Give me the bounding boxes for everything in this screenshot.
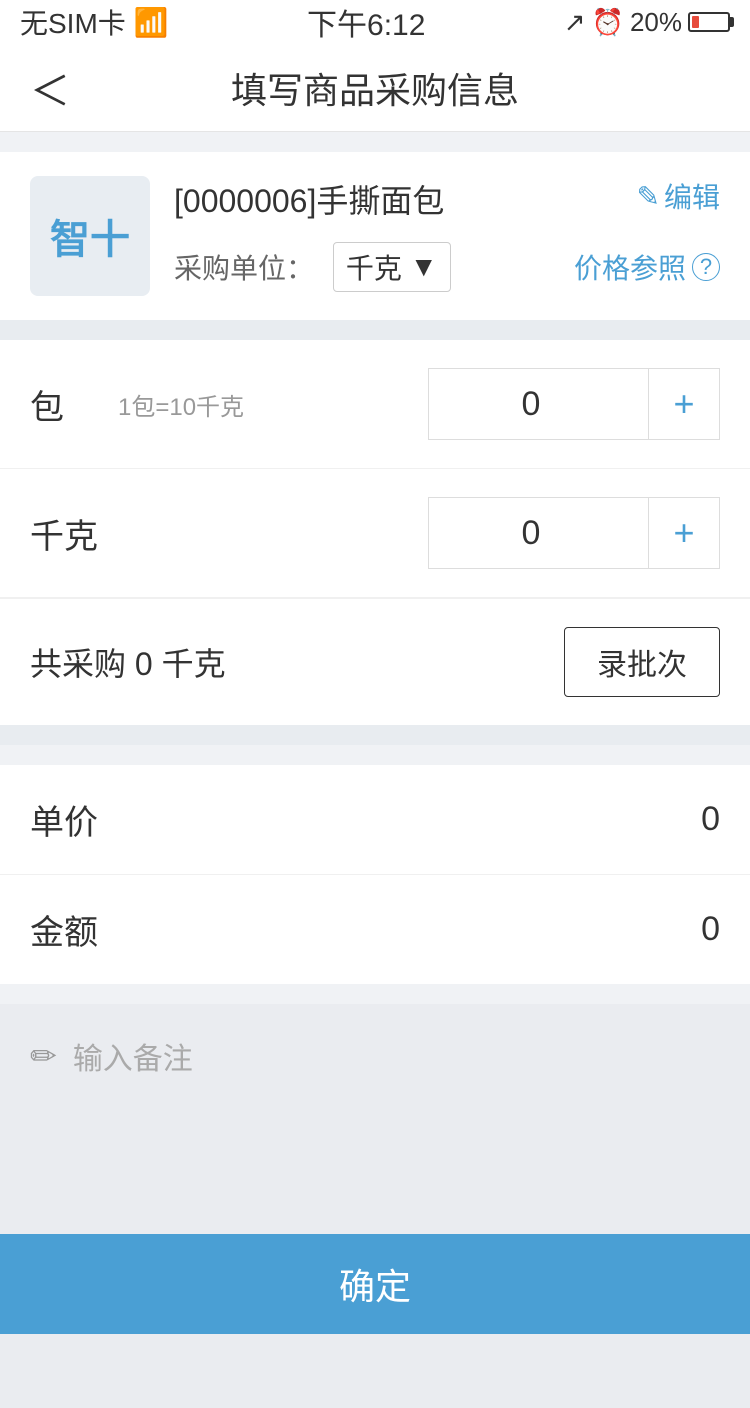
status-right: ↗ ⏰ 20% — [564, 7, 730, 38]
unit-bao-label: 包 — [30, 380, 110, 429]
page-title: 填写商品采购信息 — [231, 62, 519, 114]
quantity-plus-kg[interactable]: + — [648, 497, 720, 569]
amount-value: 0 — [701, 910, 720, 949]
price-ref-label: 价格参照 — [574, 247, 686, 287]
quantity-input-wrap-kg: + — [428, 497, 720, 569]
quantity-input-bao[interactable] — [428, 368, 648, 440]
battery-fill — [692, 16, 699, 28]
note-section[interactable]: ✏ 输入备注 — [0, 1004, 750, 1108]
unit-label: 采购单位： — [174, 253, 314, 284]
status-left: 无SIM卡 📶 — [20, 2, 169, 42]
back-button[interactable]: ＜ — [30, 59, 70, 117]
summary-text: 共采购 0 千克 — [30, 639, 226, 685]
product-name: [0000006]手撕面包 — [174, 176, 444, 222]
edit-button[interactable]: ✎ 编辑 — [637, 176, 720, 216]
note-placeholder: 输入备注 — [73, 1034, 193, 1078]
product-unit-row: 采购单位： 千克 ▼ 价格参照 ? — [174, 242, 720, 292]
quantity-input-wrap-bao: + — [428, 368, 720, 440]
section-divider-2 — [0, 725, 750, 745]
quantity-plus-bao[interactable]: + — [648, 368, 720, 440]
product-info: [0000006]手撕面包 ✎ 编辑 采购单位： 千克 ▼ 价格参照 ? — [174, 176, 720, 292]
status-time: 下午6:12 — [307, 0, 425, 44]
product-card: 智十 [0000006]手撕面包 ✎ 编辑 采购单位： 千克 ▼ 价格参照 ? — [0, 152, 750, 320]
summary-unit: 千克 — [162, 646, 226, 682]
summary-row: 共采购 0 千克 录批次 — [0, 598, 750, 725]
unit-bao-sublabel: 1包=10千克 — [118, 387, 244, 422]
unit-price-value: 0 — [701, 800, 720, 839]
product-header: [0000006]手撕面包 ✎ 编辑 — [174, 176, 720, 222]
price-section: 单价 0 金额 0 — [0, 765, 750, 984]
carrier-label: 无SIM卡 — [20, 2, 126, 42]
edit-label: 编辑 — [664, 176, 720, 216]
product-title: 手撕面包 — [316, 183, 444, 219]
product-image: 智十 — [30, 176, 150, 296]
nav-bar: ＜ 填写商品采购信息 — [0, 44, 750, 132]
quantity-row-bao: 包 1包=10千克 + — [0, 340, 750, 469]
unit-value: 千克 — [346, 247, 402, 287]
question-icon: ? — [692, 253, 720, 281]
price-row-amount: 金额 0 — [0, 875, 750, 984]
unit-kg-label: 千克 — [30, 509, 110, 558]
chevron-down-icon: ▼ — [410, 251, 438, 283]
location-icon: ↗ — [564, 7, 586, 38]
batch-button[interactable]: 录批次 — [564, 627, 720, 697]
price-row-unit: 单价 0 — [0, 765, 750, 875]
plus-icon-kg: + — [673, 512, 694, 554]
quantity-input-kg[interactable] — [428, 497, 648, 569]
product-logo: 智十 — [50, 207, 130, 265]
unit-price-label: 单价 — [30, 795, 98, 844]
pencil-icon: ✏ — [30, 1037, 57, 1075]
summary-prefix: 共采购 — [30, 646, 126, 682]
edit-icon: ✎ — [637, 180, 660, 213]
alarm-icon: ⏰ — [592, 7, 624, 38]
price-reference-button[interactable]: 价格参照 ? — [574, 247, 720, 287]
unit-select[interactable]: 千克 ▼ — [333, 242, 451, 292]
battery-icon — [688, 12, 730, 32]
plus-icon-bao: + — [673, 383, 694, 425]
status-bar: 无SIM卡 📶 下午6:12 ↗ ⏰ 20% — [0, 0, 750, 44]
summary-value: 0 — [135, 646, 153, 682]
quantity-section: 包 1包=10千克 + 千克 + 共采购 0 千克 录批次 — [0, 340, 750, 725]
unit-selector-group: 采购单位： 千克 ▼ — [174, 242, 451, 292]
wifi-icon: 📶 — [134, 6, 169, 39]
quantity-row-kg: 千克 + — [0, 469, 750, 598]
battery-percentage: 20% — [630, 7, 682, 38]
product-id: [0000006] — [174, 183, 316, 219]
confirm-button[interactable]: 确定 — [0, 1234, 750, 1334]
section-divider-1 — [0, 320, 750, 340]
amount-label: 金额 — [30, 905, 98, 954]
